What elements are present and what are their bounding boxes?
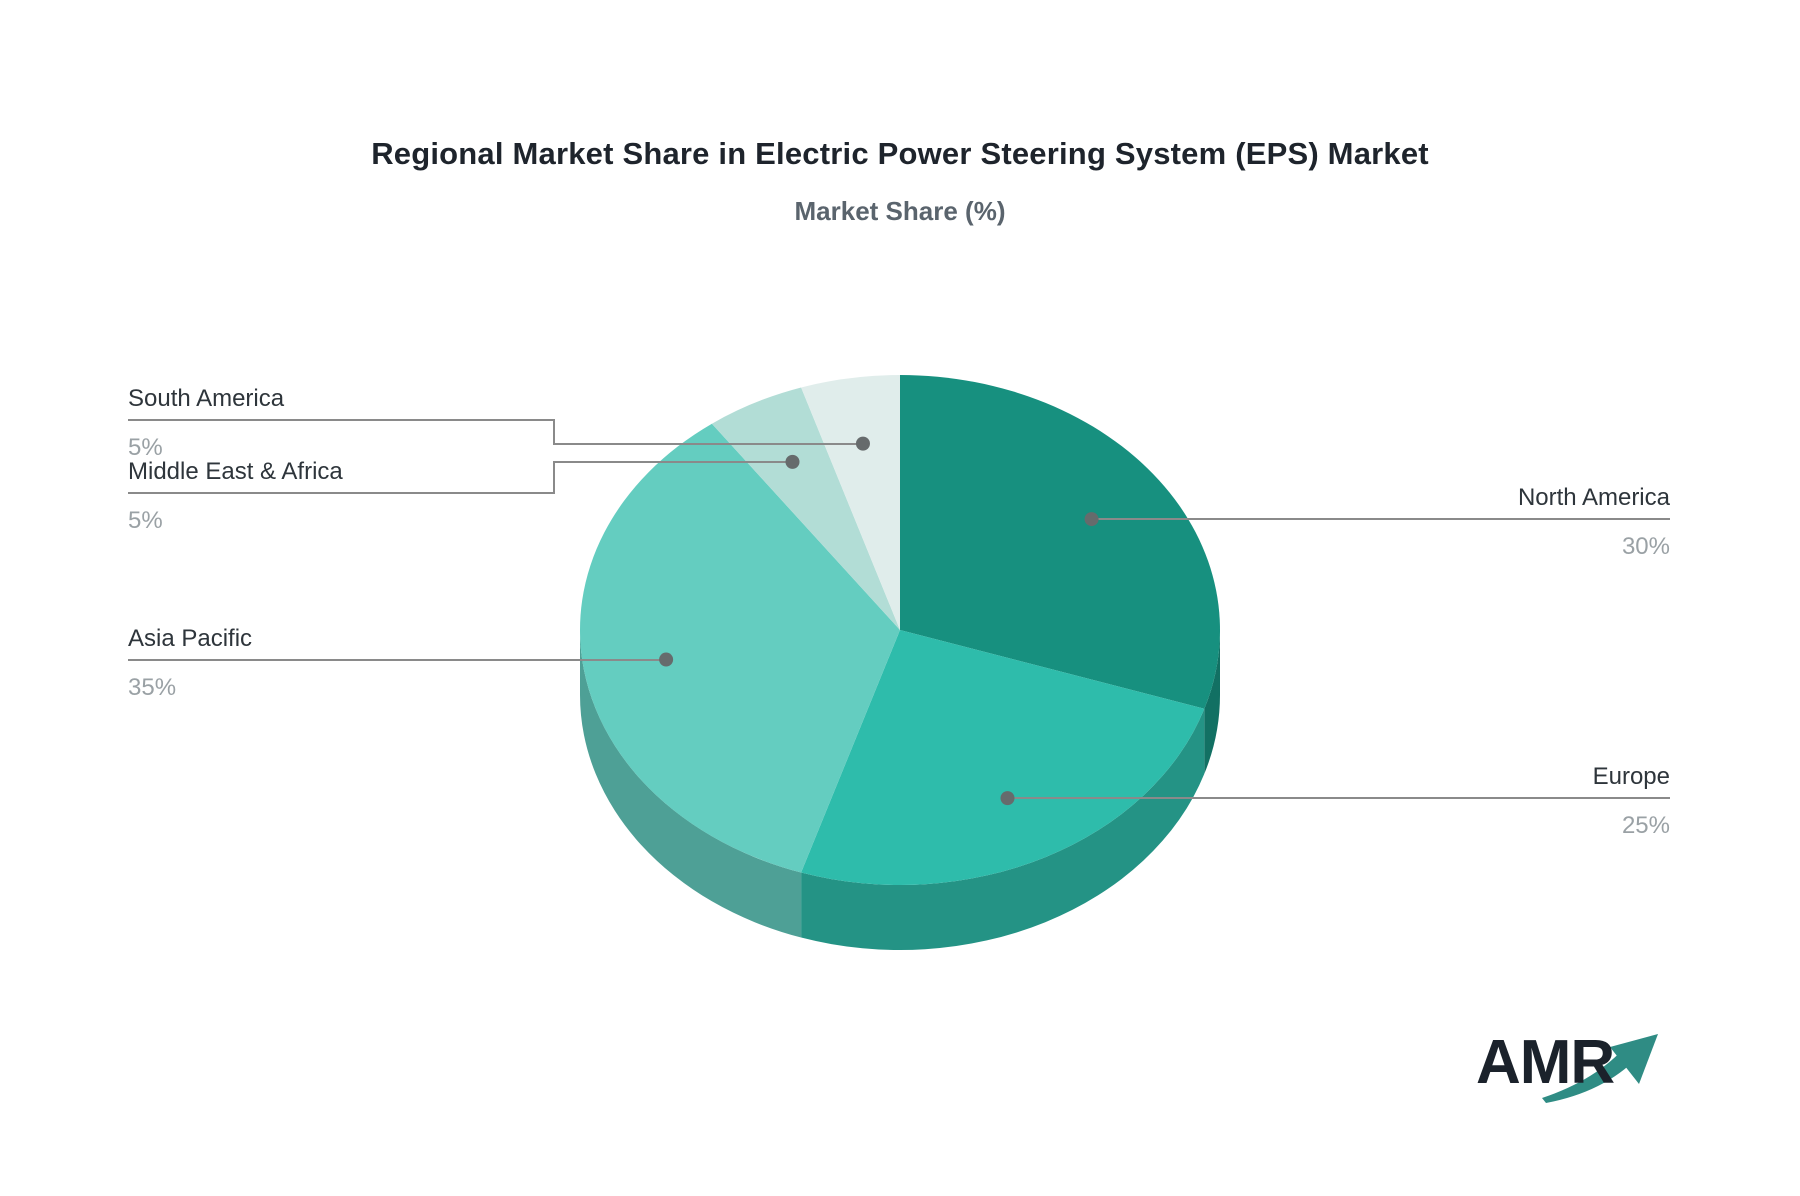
slice-percent-middle-east-africa: 5% xyxy=(128,507,163,534)
slice-percent-north-america: 30% xyxy=(1621,533,1670,560)
leader-dot-asia-pacific xyxy=(659,652,674,667)
slice-name-south-america: South America xyxy=(128,385,285,412)
slice-percent-south-america: 5% xyxy=(128,434,163,461)
pie-slices xyxy=(580,375,1221,885)
slice-name-north-america: North America xyxy=(1517,484,1670,511)
chart-canvas: Regional Market Share in Electric Power … xyxy=(0,0,1800,1196)
slice-name-europe: Europe xyxy=(1592,763,1670,790)
leader-dot-europe xyxy=(1000,791,1015,806)
leader-dot-middle-east-africa xyxy=(785,454,800,469)
leader-dot-south-america xyxy=(855,436,870,451)
brand-logo: AMR xyxy=(1476,1028,1615,1108)
leader-dot-north-america xyxy=(1084,512,1099,527)
pie-chart xyxy=(128,375,1670,1103)
slice-name-middle-east-africa: Middle East & Africa xyxy=(128,458,343,485)
slice-percent-asia-pacific: 35% xyxy=(128,674,177,701)
slice-percent-europe: 25% xyxy=(1621,812,1670,839)
brand-logo-text: AMR xyxy=(1476,1028,1615,1097)
slice-name-asia-pacific: Asia Pacific xyxy=(128,625,253,652)
